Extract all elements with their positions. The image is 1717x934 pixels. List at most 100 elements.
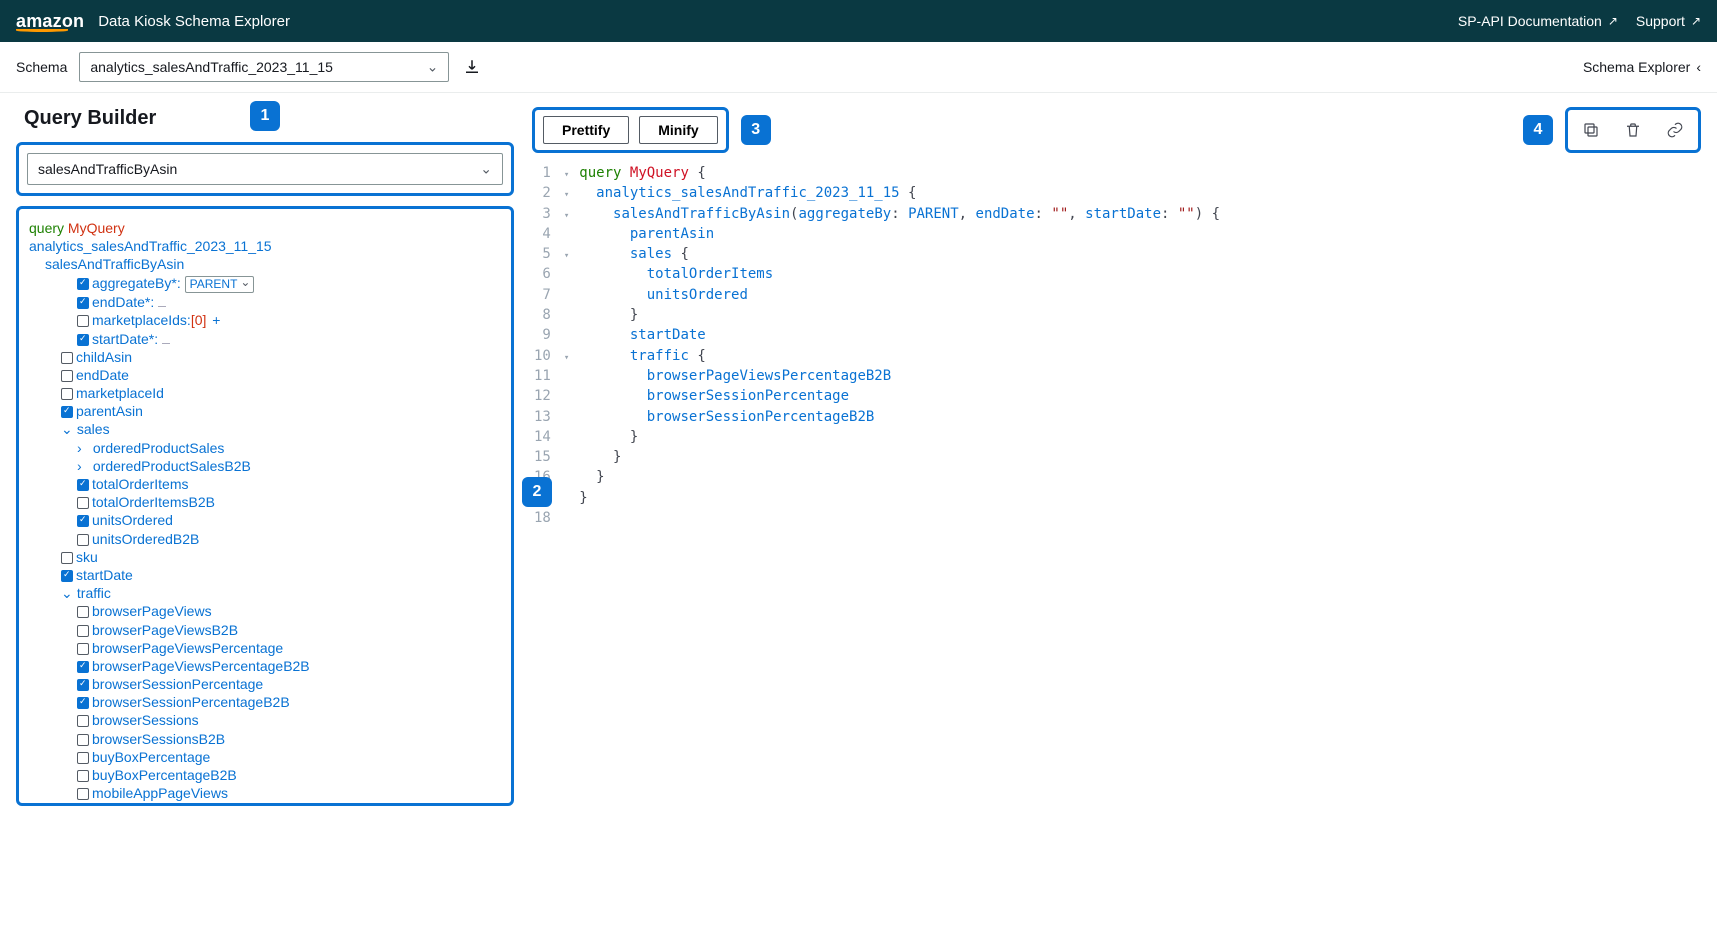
arg-marketplaceIds-checkbox[interactable] <box>77 315 89 327</box>
field-childAsin[interactable]: childAsin <box>76 349 132 365</box>
cb-browserPageViewsB2B[interactable] <box>77 625 89 637</box>
field-browserSessions[interactable]: browserSessions <box>92 712 199 728</box>
cb-endDate[interactable] <box>61 370 73 382</box>
cb-mobileAppPageViews[interactable] <box>77 788 89 800</box>
field-totalOrderItemsB2B[interactable]: totalOrderItemsB2B <box>92 494 215 510</box>
cb-unitsOrderedB2B[interactable] <box>77 534 89 546</box>
arg-aggregateBy[interactable]: aggregateBy*: <box>92 275 181 291</box>
field-endDate[interactable]: endDate <box>76 367 129 383</box>
amazon-logo-text: amazon <box>16 11 84 31</box>
field-sales[interactable]: sales <box>77 421 110 437</box>
breadcrumb-label: Schema Explorer <box>1583 59 1690 75</box>
field-buyBoxPercentageB2B[interactable]: buyBoxPercentageB2B <box>92 767 237 783</box>
schema-label: Schema <box>16 59 67 75</box>
app-title: Data Kiosk Schema Explorer <box>98 13 290 30</box>
cb-browserPageViews[interactable] <box>77 606 89 618</box>
query-name[interactable]: MyQuery <box>68 220 125 236</box>
schema-select-value: analytics_salesAndTraffic_2023_11_15 <box>90 59 333 75</box>
chevron-down-icon: ⌄ <box>480 161 492 178</box>
toggle-orderedProductSales[interactable]: › <box>77 439 89 457</box>
link-sp-api-docs-label: SP-API Documentation <box>1458 13 1602 29</box>
field-browserPageViewsPercentageB2B[interactable]: browserPageViewsPercentageB2B <box>92 658 310 674</box>
cb-browserPageViewsPercentage[interactable] <box>77 643 89 655</box>
link-sp-api-docs[interactable]: SP-API Documentation <box>1458 13 1618 29</box>
kw-query: query <box>29 220 64 236</box>
arg-endDate-input[interactable] <box>158 297 166 307</box>
field-browserPageViewsPercentage[interactable]: browserPageViewsPercentage <box>92 640 283 656</box>
toggle-traffic[interactable]: ⌄ <box>61 584 73 602</box>
schema-select[interactable]: analytics_salesAndTraffic_2023_11_15 ⌄ <box>79 52 449 82</box>
field-mobileAppPageViews[interactable]: mobileAppPageViews <box>92 785 228 801</box>
arg-aggregateBy-checkbox[interactable] <box>77 278 89 290</box>
node-child[interactable]: salesAndTrafficByAsin <box>45 256 184 272</box>
cb-browserSessionPercentageB2B[interactable] <box>77 697 89 709</box>
topbar: amazon Data Kiosk Schema Explorer SP-API… <box>0 0 1717 42</box>
code-editor[interactable]: 1 ▾2 ▾3 ▾4 5 ▾6 7 8 9 10 ▾11 12 13 14 15… <box>532 163 1701 528</box>
field-browserSessionPercentageB2B[interactable]: browserSessionPercentageB2B <box>92 694 290 710</box>
arg-aggregateBy-value[interactable]: PARENT <box>185 276 255 294</box>
format-button-group: Prettify Minify <box>532 107 729 153</box>
cb-parentAsin[interactable] <box>61 406 73 418</box>
field-browserSessionsB2B[interactable]: browserSessionsB2B <box>92 731 225 747</box>
copy-button[interactable] <box>1572 113 1610 147</box>
arg-marketplaceIds-value: [0] <box>191 312 207 328</box>
minify-button[interactable]: Minify <box>639 116 717 144</box>
schema-bar: Schema analytics_salesAndTraffic_2023_11… <box>0 42 1717 93</box>
cb-browserSessionPercentage[interactable] <box>77 679 89 691</box>
callout-4: 4 <box>1523 115 1553 145</box>
cb-buyBoxPercentageB2B[interactable] <box>77 770 89 782</box>
field-totalOrderItems[interactable]: totalOrderItems <box>92 476 188 492</box>
field-parentAsin[interactable]: parentAsin <box>76 403 143 419</box>
cb-buyBoxPercentage[interactable] <box>77 752 89 764</box>
link-support-label: Support <box>1636 13 1685 29</box>
toggle-orderedProductSalesB2B[interactable]: › <box>77 457 89 475</box>
root-field-select-wrap: salesAndTrafficByAsin ⌄ <box>16 142 514 196</box>
cb-totalOrderItemsB2B[interactable] <box>77 497 89 509</box>
cb-browserPageViewsPercentageB2B[interactable] <box>77 661 89 673</box>
field-unitsOrderedB2B[interactable]: unitsOrderedB2B <box>92 531 199 547</box>
link-button[interactable] <box>1656 113 1694 147</box>
editor-actions <box>1565 107 1701 153</box>
arg-marketplaceIds[interactable]: marketplaceIds: <box>92 312 191 328</box>
arg-startDate[interactable]: startDate*: <box>92 331 158 347</box>
editor-gutter: 1 ▾2 ▾3 ▾4 5 ▾6 7 8 9 10 ▾11 12 13 14 15… <box>532 163 579 528</box>
root-field-select[interactable]: salesAndTrafficByAsin ⌄ <box>27 153 503 185</box>
prettify-button[interactable]: Prettify <box>543 116 629 144</box>
field-buyBoxPercentage[interactable]: buyBoxPercentage <box>92 749 210 765</box>
editor-code[interactable]: query MyQuery { analytics_salesAndTraffi… <box>579 163 1220 528</box>
cb-browserSessions[interactable] <box>77 715 89 727</box>
field-browserPageViewsB2B[interactable]: browserPageViewsB2B <box>92 622 238 638</box>
add-marketplaceId-button[interactable]: + <box>212 312 220 328</box>
cb-browserSessionsB2B[interactable] <box>77 734 89 746</box>
link-support[interactable]: Support <box>1636 13 1701 29</box>
field-orderedProductSalesB2B[interactable]: orderedProductSalesB2B <box>93 458 251 474</box>
cb-childAsin[interactable] <box>61 352 73 364</box>
field-unitsOrdered[interactable]: unitsOrdered <box>92 512 173 528</box>
field-browserSessionPercentage[interactable]: browserSessionPercentage <box>92 676 263 692</box>
breadcrumb[interactable]: Schema Explorer ‹ <box>1583 59 1701 75</box>
arg-endDate-checkbox[interactable] <box>77 297 89 309</box>
download-button[interactable] <box>461 56 483 78</box>
cb-unitsOrdered[interactable] <box>77 515 89 527</box>
field-traffic[interactable]: traffic <box>77 585 111 601</box>
cb-totalOrderItems[interactable] <box>77 479 89 491</box>
field-mobileAppPageViewsB2B[interactable]: mobileAppPageViewsB2B <box>92 803 254 806</box>
field-browserPageViews[interactable]: browserPageViews <box>92 603 212 619</box>
delete-button[interactable] <box>1614 113 1652 147</box>
cb-marketplaceId[interactable] <box>61 388 73 400</box>
arg-endDate[interactable]: endDate*: <box>92 294 154 310</box>
cb-sku[interactable] <box>61 552 73 564</box>
field-startDate[interactable]: startDate <box>76 567 133 583</box>
query-tree[interactable]: query MyQuery analytics_salesAndTraffic_… <box>16 206 514 806</box>
arg-startDate-checkbox[interactable] <box>77 334 89 346</box>
cb-startDate[interactable] <box>61 570 73 582</box>
toggle-sales[interactable]: ⌄ <box>61 420 73 438</box>
field-marketplaceId[interactable]: marketplaceId <box>76 385 164 401</box>
field-sku[interactable]: sku <box>76 549 98 565</box>
node-root[interactable]: analytics_salesAndTraffic_2023_11_15 <box>29 238 272 254</box>
arg-startDate-input[interactable] <box>162 334 170 344</box>
field-orderedProductSales[interactable]: orderedProductSales <box>93 440 225 456</box>
root-field-select-value: salesAndTrafficByAsin <box>38 161 177 177</box>
callout-3: 3 <box>741 115 771 145</box>
callout-1: 1 <box>250 101 280 131</box>
